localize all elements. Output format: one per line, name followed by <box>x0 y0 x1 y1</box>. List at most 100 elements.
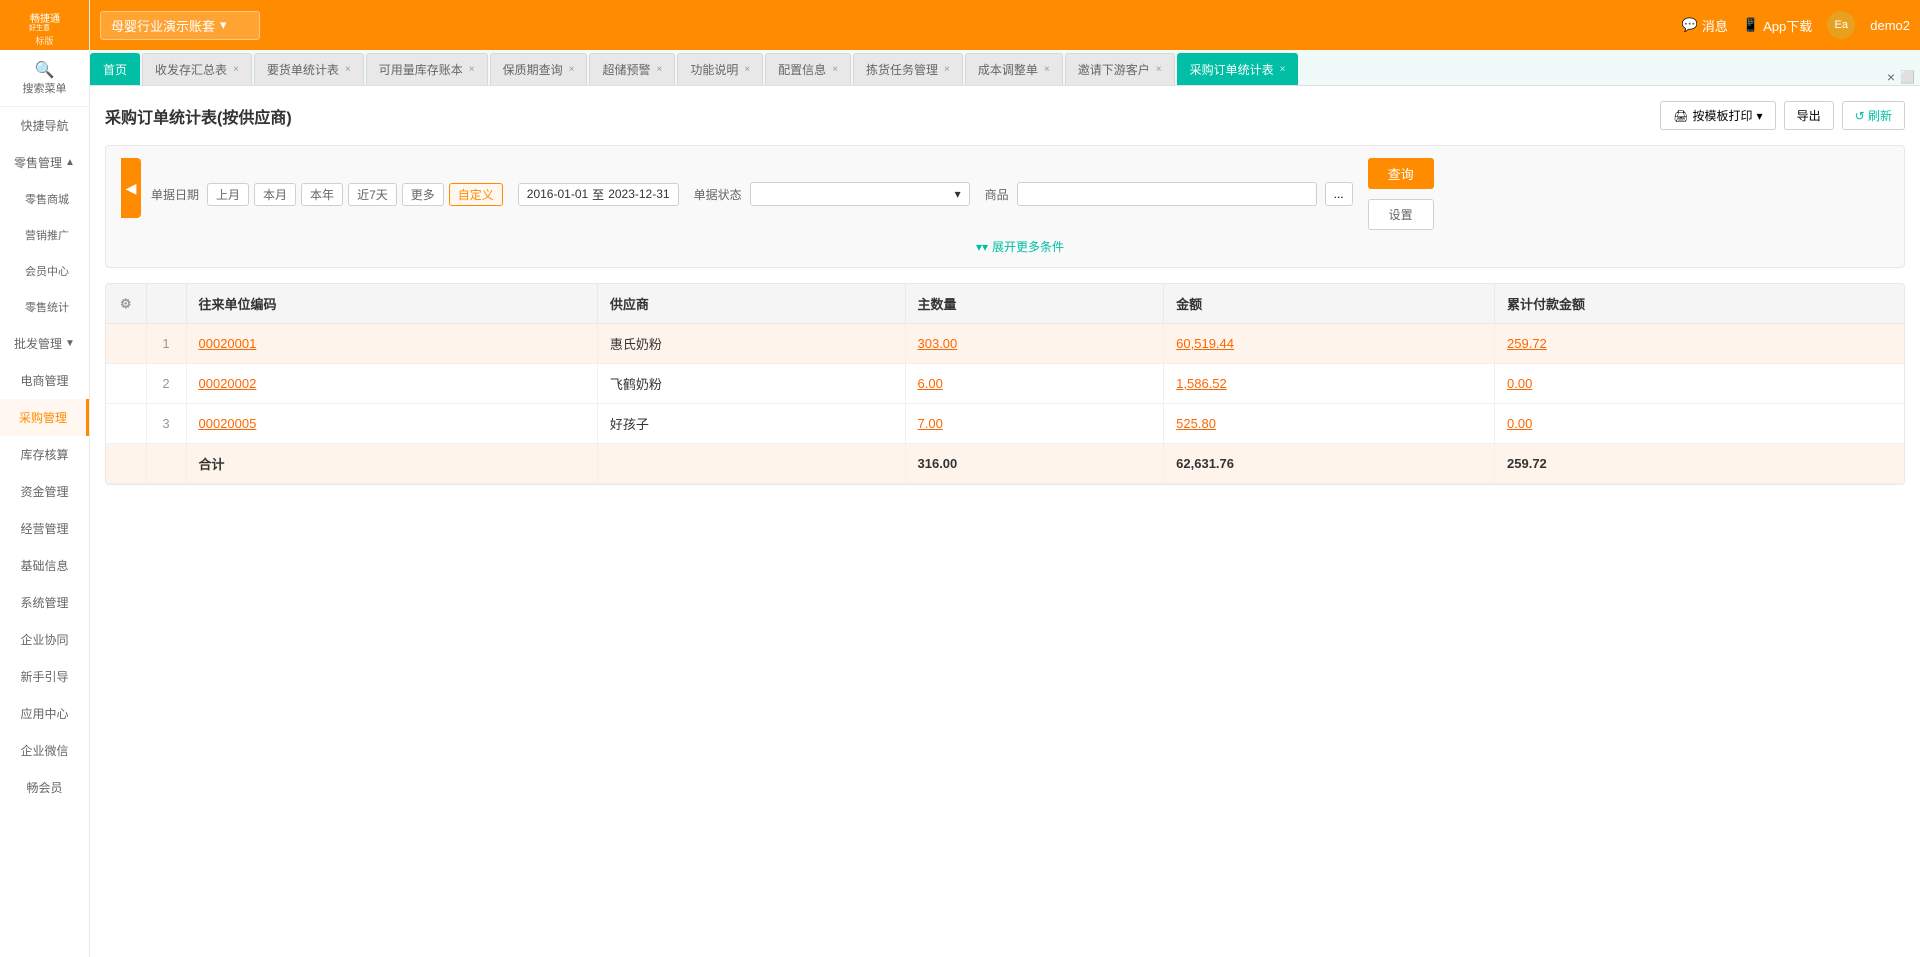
sidebar-item-purchase[interactable]: 采购管理 <box>0 399 89 436</box>
row-index-cell: 3 <box>146 404 186 444</box>
page-header: 采购订单统计表(按供应商) 🖨 按模板打印 ▾ 导出 ↺ 刷新 <box>105 101 1905 130</box>
refresh-icon: ↺ <box>1855 109 1865 123</box>
tab-shoufayuihui[interactable]: 收发存汇总表 × <box>142 53 252 85</box>
amount-link[interactable]: 525.80 <box>1176 416 1216 431</box>
col-settings: ⚙ <box>106 284 146 324</box>
sidebar-item-ecom[interactable]: 电商管理 <box>0 362 89 399</box>
sidebar-item-finance[interactable]: 资金管理 <box>0 473 89 510</box>
logo-icon: 畅捷通 好生意 <box>27 4 63 32</box>
sidebar-item-search[interactable]: 🔍 搜索菜单 <box>0 50 89 107</box>
settings-button[interactable]: 设置 <box>1368 199 1434 230</box>
tab-close-icon[interactable]: × <box>469 64 475 75</box>
amount-link[interactable]: 60,519.44 <box>1176 336 1234 351</box>
date-range-input[interactable]: 2016-01-01 至 2023-12-31 <box>518 183 679 206</box>
tab-close-icon[interactable]: × <box>1156 64 1162 75</box>
app-download-button[interactable]: 📱 App下载 <box>1743 16 1812 35</box>
refresh-button[interactable]: ↺ 刷新 <box>1842 101 1905 130</box>
row-index-cell: 1 <box>146 324 186 364</box>
tab-close-icon[interactable]: × <box>1280 64 1286 75</box>
close-tab-icon[interactable]: × <box>1887 69 1895 85</box>
footer-row: 合计 316.00 62,631.76 259.72 <box>106 444 1904 484</box>
tab-keyong[interactable]: 可用量库存账本 × <box>366 53 488 85</box>
tab-chaochu[interactable]: 超储预警 × <box>589 53 675 85</box>
sidebar-item-wechat[interactable]: 企业微信 <box>0 732 89 769</box>
quantity-link[interactable]: 6.00 <box>918 376 943 391</box>
tab-pihuo[interactable]: 拣货任务管理 × <box>853 53 963 85</box>
table-settings-icon[interactable]: ⚙ <box>120 296 132 311</box>
amount-link[interactable]: 1,586.52 <box>1176 376 1227 391</box>
sidebar-item-basic[interactable]: 基础信息 <box>0 547 89 584</box>
code-link[interactable]: 00020002 <box>199 376 257 391</box>
tab-baozhi[interactable]: 保质期查询 × <box>490 53 588 85</box>
shortcut-this-year[interactable]: 本年 <box>301 183 343 206</box>
goods-input[interactable] <box>1017 182 1317 206</box>
tab-gongneng[interactable]: 功能说明 × <box>677 53 763 85</box>
tab-yaohuo[interactable]: 要货单统计表 × <box>254 53 364 85</box>
maximize-tab-icon[interactable]: ⬜ <box>1900 70 1915 84</box>
paid-link[interactable]: 0.00 <box>1507 376 1532 391</box>
goods-filter: 商品 ... <box>985 182 1353 206</box>
sidebar-item-inventory[interactable]: 库存核算 <box>0 436 89 473</box>
workspace-selector[interactable]: 母婴行业演示账套 ▾ <box>100 11 260 40</box>
shortcut-this-month[interactable]: 本月 <box>254 183 296 206</box>
status-select[interactable]: ▾ <box>750 182 970 206</box>
sidebar-item-ops[interactable]: 经营管理 <box>0 510 89 547</box>
goods-more-button[interactable]: ... <box>1325 182 1353 206</box>
sidebar-item-vip[interactable]: 畅会员 <box>0 769 89 806</box>
sidebar-item-retail[interactable]: 零售管理 ▲ <box>0 144 89 181</box>
sidebar-item-marketing[interactable]: 营销推广 <box>0 217 89 253</box>
export-button[interactable]: 导出 <box>1784 101 1834 130</box>
print-icon: 🖨 <box>1673 109 1688 123</box>
collapse-button[interactable]: ◀ <box>121 158 141 218</box>
tab-close-icon[interactable]: × <box>233 64 239 75</box>
template-print-button[interactable]: 🖨 按模板打印 ▾ <box>1660 101 1775 130</box>
sidebar-item-member[interactable]: 会员中心 <box>0 253 89 289</box>
tab-chengben[interactable]: 成本调整单 × <box>965 53 1063 85</box>
tab-home[interactable]: 首页 <box>90 53 140 85</box>
shortcut-more[interactable]: 更多 <box>402 183 444 206</box>
sidebar-item-batch[interactable]: 批发管理 ▼ <box>0 325 89 362</box>
sidebar-item-newguide[interactable]: 新手引导 <box>0 658 89 695</box>
tab-close-icon[interactable]: × <box>345 64 351 75</box>
expand-icon: ▾▾ <box>976 240 988 254</box>
query-button[interactable]: 查询 <box>1368 158 1434 189</box>
tab-peizhi[interactable]: 配置信息 × <box>765 53 851 85</box>
tab-close-icon[interactable]: × <box>1044 64 1050 75</box>
tab-close-icon[interactable]: × <box>944 64 950 75</box>
refresh-label: 刷新 <box>1868 109 1892 123</box>
tab-close-icon[interactable]: × <box>569 64 575 75</box>
tab-home-label: 首页 <box>103 61 127 78</box>
app-download-label: App下载 <box>1763 16 1812 35</box>
message-button[interactable]: 💬 消息 <box>1682 16 1728 35</box>
sidebar-item-label: 批发管理 <box>14 335 62 352</box>
shortcut-last-month[interactable]: 上月 <box>207 183 249 206</box>
code-link[interactable]: 00020005 <box>199 416 257 431</box>
code-link[interactable]: 00020001 <box>199 336 257 351</box>
sidebar-item-retail-mall[interactable]: 零售商城 <box>0 181 89 217</box>
filter-section: ◀ 单据日期 上月 本月 本年 近7天 更多 <box>121 158 1889 255</box>
sidebar-item-appcenter[interactable]: 应用中心 <box>0 695 89 732</box>
user-avatar[interactable]: Ea <box>1827 11 1855 39</box>
tab-close-icon[interactable]: × <box>744 64 750 75</box>
col-amount-header: 金额 <box>1164 284 1495 324</box>
tab-close-icon[interactable]: × <box>832 64 838 75</box>
tab-label: 收发存汇总表 <box>155 61 227 78</box>
sidebar-item-retail-stat[interactable]: 零售统计 <box>0 289 89 325</box>
expand-more-button[interactable]: ▾▾ 展开更多条件 <box>151 238 1889 255</box>
logo-subtitle: 标版 <box>35 34 53 47</box>
tab-close-icon[interactable]: × <box>656 64 662 75</box>
tab-caigou[interactable]: 采购订单统计表 × <box>1177 53 1299 85</box>
sidebar-item-system[interactable]: 系统管理 <box>0 584 89 621</box>
sidebar-item-quick[interactable]: 快捷导航 <box>0 107 89 144</box>
paid-link[interactable]: 0.00 <box>1507 416 1532 431</box>
tab-label: 成本调整单 <box>978 61 1038 78</box>
shortcut-7days[interactable]: 近7天 <box>348 183 397 206</box>
paid-link[interactable]: 259.72 <box>1507 336 1547 351</box>
quantity-link[interactable]: 303.00 <box>918 336 958 351</box>
quantity-link[interactable]: 7.00 <box>918 416 943 431</box>
supplier-name: 好孩子 <box>610 417 649 432</box>
shortcut-custom[interactable]: 自定义 <box>449 183 503 206</box>
tab-yaoqing[interactable]: 邀请下游客户 × <box>1065 53 1175 85</box>
sidebar-item-enterprise[interactable]: 企业协同 <box>0 621 89 658</box>
chevron-down-icon: ▼ <box>65 338 75 349</box>
